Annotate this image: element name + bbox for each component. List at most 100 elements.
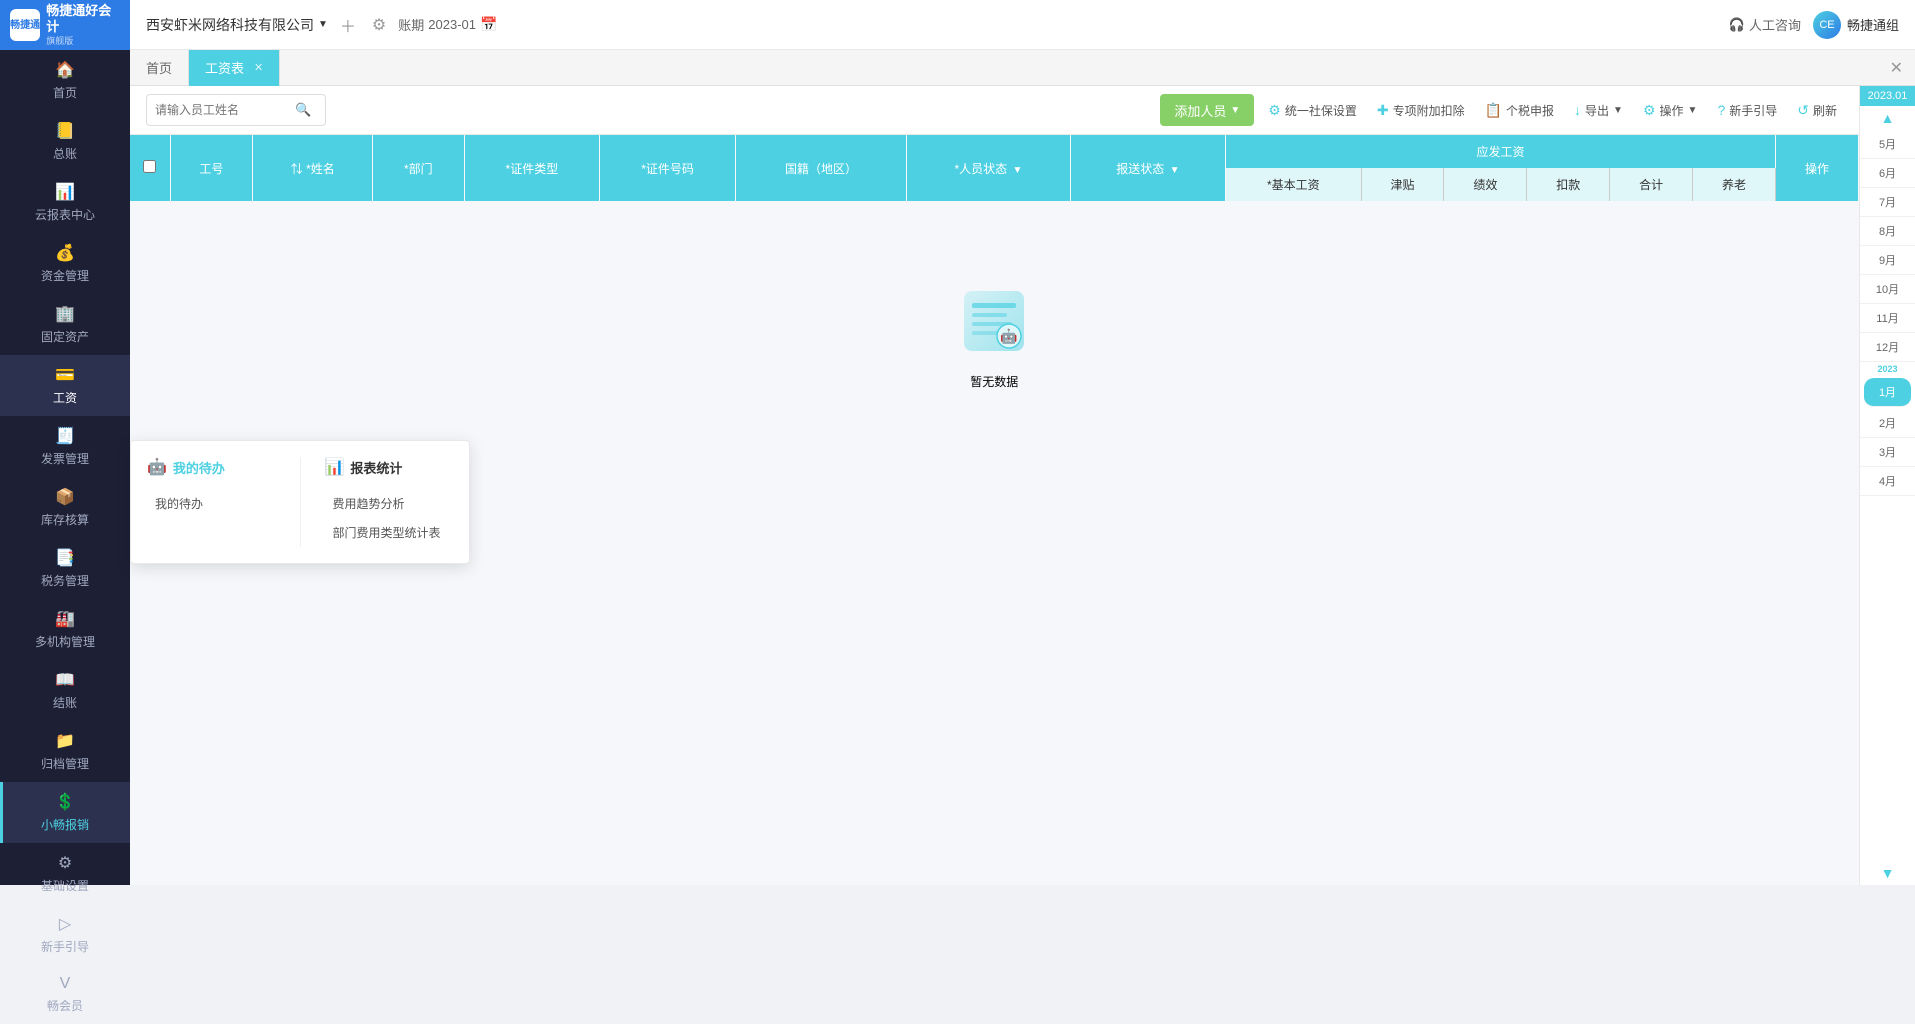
popup-todo-item-1[interactable]: 我的待办 [147, 489, 276, 518]
sidebar: 畅捷通 畅捷通好会计 旗舰版 🏠 首页 📒 总账 📊 云报表中心 💰 资金管理 … [0, 0, 130, 885]
avatar: CE [1813, 11, 1841, 39]
sidebar-label-assets: 固定资产 [41, 328, 89, 345]
guide-action-icon: ? [1717, 102, 1725, 118]
tax-report-btn[interactable]: 📋 个税申报 [1479, 102, 1560, 119]
timeline-scroll: 5月 6月 7月 8月 9月 10月 11月 [1860, 130, 1915, 861]
popup-report-item-1[interactable]: 费用趋势分析 [325, 489, 454, 518]
th-payroll-group-label: 应发工资 [1476, 145, 1524, 159]
sidebar-item-expense[interactable]: 💲 小畅报销 [0, 782, 130, 843]
send-filter-icon[interactable]: ▼ [1170, 165, 1180, 176]
close-books-icon: 📖 [55, 670, 75, 690]
timeline-dec[interactable]: 12月 [1860, 333, 1915, 362]
sidebar-label-guide: 新手引导 [41, 938, 89, 955]
th-status: *人员状态 ▼ [907, 135, 1071, 201]
sidebar-item-home[interactable]: 🏠 首页 [0, 50, 130, 111]
sidebar-item-member[interactable]: V 畅会员 [0, 965, 130, 1024]
timeline-aug[interactable]: 8月 [1860, 217, 1915, 246]
sidebar-label-inventory: 库存核算 [41, 511, 89, 528]
timeline-apr[interactable]: 4月 [1860, 467, 1915, 496]
popup-report-item-2[interactable]: 部门费用类型统计表 [325, 518, 454, 547]
timeline-jan-active[interactable]: 1月 [1864, 378, 1911, 407]
social-insurance-btn[interactable]: ⚙ 统一社保设置 [1262, 102, 1363, 119]
tab-salary-label: 工资表 [205, 58, 244, 77]
service-btn[interactable]: 🎧 人工咨询 [1729, 15, 1801, 34]
search-icon[interactable]: 🔍 [295, 102, 311, 118]
sidebar-item-guide[interactable]: ▷ 新手引导 [0, 904, 130, 965]
th-send-status-label: 报送状态 [1116, 162, 1164, 176]
headset-icon: 🎧 [1729, 17, 1745, 33]
table-body: 🤖 暂无数据 [130, 201, 1859, 470]
add-person-button[interactable]: 添加人员 ▼ [1160, 94, 1254, 126]
search-box: 🔍 [146, 94, 326, 126]
timeline-down-btn[interactable]: ▼ [1860, 861, 1915, 885]
th-checkbox[interactable] [130, 135, 170, 201]
home-icon: 🏠 [55, 60, 75, 80]
company-name-text: 西安虾米网络科技有限公司 [146, 15, 314, 35]
timeline-nov[interactable]: 11月 [1860, 304, 1915, 333]
timeline-may[interactable]: 5月 [1860, 130, 1915, 159]
sidebar-label-home: 首页 [53, 84, 77, 101]
sidebar-item-inventory[interactable]: 📦 库存核算 [0, 477, 130, 538]
todo-icon: 🤖 [147, 457, 167, 477]
assets-icon: 🏢 [55, 304, 75, 324]
sidebar-item-tax[interactable]: 📑 税务管理 [0, 538, 130, 599]
sidebar-item-settings[interactable]: ⚙ 基础设置 [0, 843, 130, 904]
th-dept: *部门 [373, 135, 464, 201]
sidebar-item-finance[interactable]: 💰 资金管理 [0, 233, 130, 294]
topbar: 西安虾米网络科技有限公司 ▼ ＋ ⚙ 账期 2023-01 📅 🎧 人工咨询 C… [130, 0, 1915, 50]
sidebar-label-close: 结账 [53, 694, 77, 711]
timeline-jun[interactable]: 6月 [1860, 159, 1915, 188]
search-input[interactable] [155, 103, 295, 117]
th-name-label: *姓名 [306, 162, 335, 176]
timeline-up-btn[interactable]: ▲ [1860, 106, 1915, 130]
logo-text: 畅捷通好会计 旗舰版 [46, 3, 120, 47]
timeline-feb[interactable]: 2月 [1860, 409, 1915, 438]
th-pension-label: 养老 [1722, 178, 1746, 192]
topbar-settings-icon[interactable]: ⚙ [372, 15, 386, 35]
logo-title: 畅捷通好会计 [46, 3, 120, 34]
select-all-checkbox[interactable] [143, 160, 156, 173]
sidebar-item-reports[interactable]: 📊 云报表中心 [0, 172, 130, 233]
tab-close-icon[interactable]: ✕ [254, 61, 263, 74]
th-operation-label: 操作 [1805, 162, 1829, 176]
th-total-label: 合计 [1639, 178, 1663, 192]
sidebar-item-assets[interactable]: 🏢 固定资产 [0, 294, 130, 355]
guide-action-label: 新手引导 [1729, 102, 1777, 119]
sidebar-item-archive[interactable]: 📁 归档管理 [0, 721, 130, 782]
th-dept-label: *部门 [404, 162, 433, 176]
finance-icon: 💰 [55, 243, 75, 263]
user-area[interactable]: CE 畅捷通组 [1813, 11, 1899, 39]
sort-icon[interactable]: ⇅ [291, 162, 303, 176]
add-btn-arrow-icon: ▼ [1230, 105, 1240, 116]
guide-btn[interactable]: ? 新手引导 [1711, 102, 1783, 119]
timeline-sep[interactable]: 9月 [1860, 246, 1915, 275]
topbar-plus-icon[interactable]: ＋ [340, 13, 356, 37]
tab-home[interactable]: 首页 [130, 50, 189, 86]
status-filter-icon[interactable]: ▼ [1013, 165, 1023, 176]
sidebar-item-close[interactable]: 📖 结账 [0, 660, 130, 721]
sidebar-item-invoice[interactable]: 🧾 发票管理 [0, 416, 130, 477]
table-header-row-1: 工号 ⇅ *姓名 *部门 *证件类型 [130, 135, 1859, 168]
export-btn[interactable]: ↓ 导出 ▼ [1568, 102, 1629, 119]
sidebar-item-salary[interactable]: 💳 工资 [0, 355, 130, 416]
refresh-btn[interactable]: ↺ 刷新 [1791, 102, 1843, 119]
sidebar-label-archive: 归档管理 [41, 755, 89, 772]
th-deduction: 扣款 [1527, 168, 1610, 201]
popup-menu[interactable]: 🤖 我的待办 我的待办 📊 报表统计 费用趋势分析 部门费用类型统计表 [130, 440, 470, 564]
sidebar-item-ledger[interactable]: 📒 总账 [0, 111, 130, 172]
company-dropdown-icon[interactable]: ▼ [318, 19, 328, 30]
timeline-header-text: 2023.01 [1868, 90, 1908, 102]
sidebar-item-multi-org[interactable]: 🏭 多机构管理 [0, 599, 130, 660]
tab-salary[interactable]: 工资表 ✕ [189, 50, 280, 86]
sidebar-label-expense: 小畅报销 [41, 816, 89, 833]
timeline-oct[interactable]: 10月 [1860, 275, 1915, 304]
calendar-icon[interactable]: 📅 [480, 16, 497, 33]
operation-btn[interactable]: ⚙ 操作 ▼ [1637, 102, 1703, 119]
timeline-mar[interactable]: 3月 [1860, 438, 1915, 467]
th-work-no-label: 工号 [199, 162, 223, 176]
timeline-jul[interactable]: 7月 [1860, 188, 1915, 217]
sidebar-label-tax: 税务管理 [41, 572, 89, 589]
close-tab-btn[interactable]: ✕ [1878, 58, 1915, 78]
company-name[interactable]: 西安虾米网络科技有限公司 ▼ [146, 15, 328, 35]
special-deduction-btn[interactable]: ✚ 专项附加扣除 [1371, 102, 1471, 119]
